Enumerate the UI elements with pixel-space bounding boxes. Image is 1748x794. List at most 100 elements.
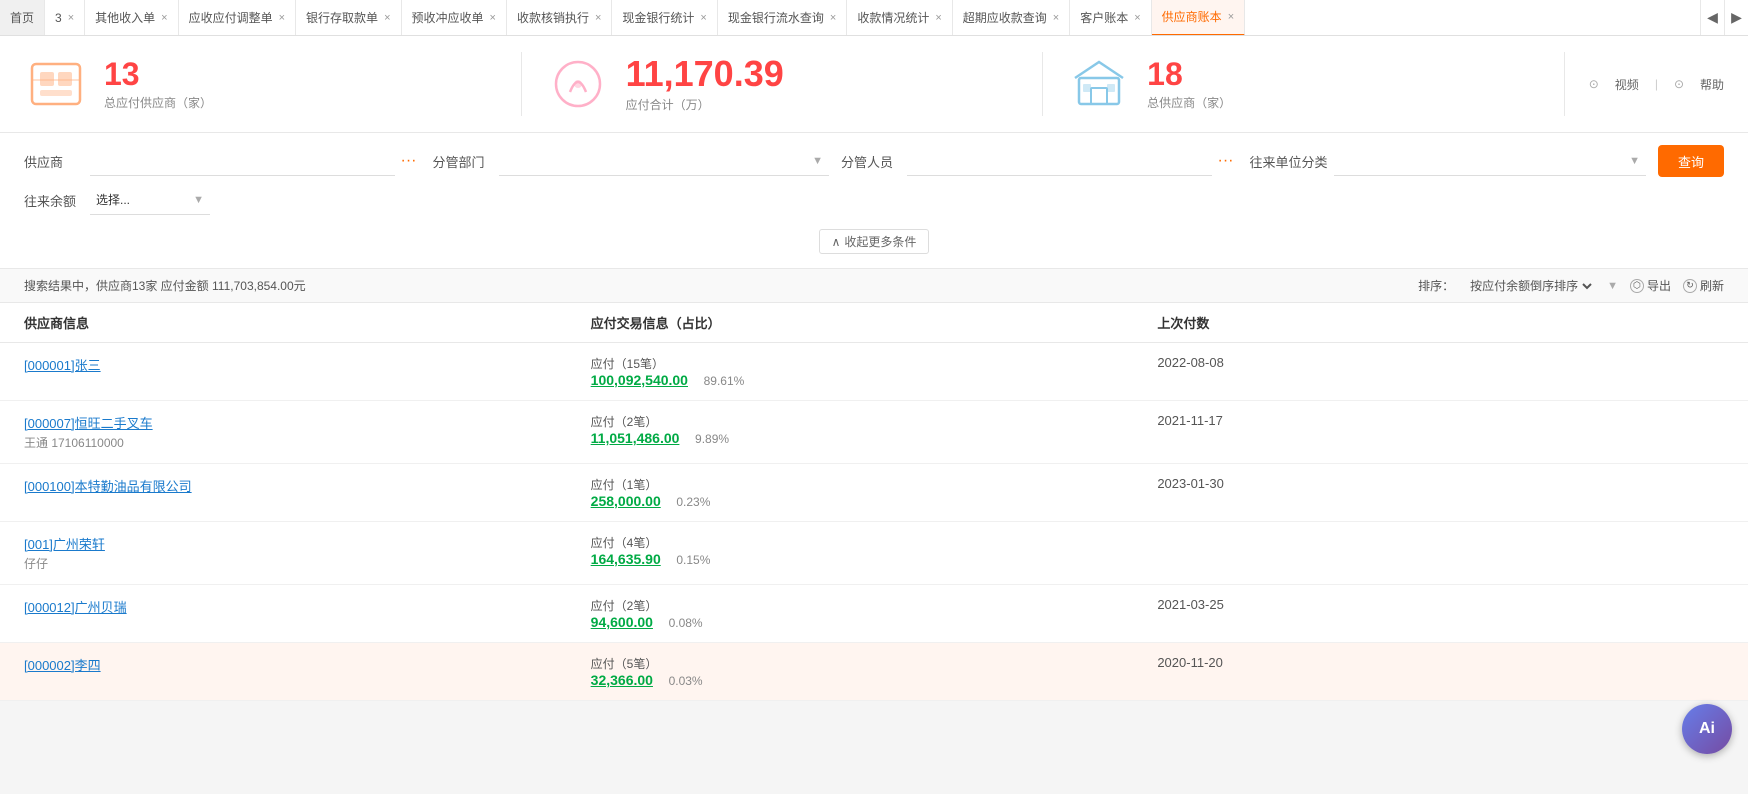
- cash-bank-stat-label: 现金银行统计: [622, 9, 694, 26]
- total-suppliers-number: 18: [1147, 58, 1231, 90]
- tx-label-5: 应付（2笔）: [591, 597, 1158, 614]
- circle-icon: ⊙: [1589, 77, 1599, 91]
- export-label: 导出: [1647, 277, 1671, 294]
- supplier-info-6: [000002]李四: [24, 655, 591, 674]
- tx-percent-3: 0.23%: [676, 495, 710, 509]
- table-row: [000012]广州贝瑞 应付（2笔） 94,600.00 0.08% 2021…: [0, 585, 1748, 643]
- person-dots-btn[interactable]: ···: [1218, 152, 1234, 170]
- nav-arrows: ◀ ▶: [1700, 0, 1748, 36]
- tx-amount-1[interactable]: 100,092,540.00: [591, 372, 688, 388]
- refresh-button[interactable]: ↻ 刷新: [1683, 277, 1724, 294]
- supplier-name-2[interactable]: [000007]恒旺二手叉车: [24, 416, 153, 431]
- ar-ap-adjust-close[interactable]: ×: [279, 12, 285, 24]
- total-ap-suppliers-label: 总应付供应商（家）: [104, 94, 212, 111]
- ai-assistant-button[interactable]: Ai: [1682, 704, 1732, 754]
- filter-dept: 分管部门 ▼: [433, 146, 830, 176]
- overdue-ar-close[interactable]: ×: [1053, 12, 1059, 24]
- tab3-close[interactable]: ×: [68, 12, 74, 24]
- receipt-verify-close[interactable]: ×: [595, 12, 601, 24]
- total-suppliers-label: 总供应商（家）: [1147, 94, 1231, 111]
- balance-select[interactable]: 选择...: [90, 185, 210, 215]
- filter-supplier: 供应商 ···: [24, 146, 421, 176]
- tx-amount-5[interactable]: 94,600.00: [591, 614, 653, 630]
- nav-tab-bank-deposit[interactable]: 银行存取款单 ×: [296, 0, 401, 36]
- result-info: 搜索结果中，供应商13家 应付金额 111,703,854.00元: [24, 277, 306, 294]
- divider: |: [1655, 77, 1658, 91]
- result-bar: 搜索结果中，供应商13家 应付金额 111,703,854.00元 排序： 按应…: [0, 269, 1748, 303]
- nav-tab-customer-ledger[interactable]: 客户账本 ×: [1070, 0, 1151, 36]
- nav-tab-3[interactable]: 3 ×: [45, 0, 85, 36]
- query-button[interactable]: 查询: [1658, 145, 1724, 177]
- summary-card3-text: 18 总供应商（家）: [1147, 58, 1231, 111]
- ap-total-number: 11,170.39: [626, 56, 784, 92]
- summary-card1-text: 13 总应付供应商（家）: [104, 58, 212, 111]
- nav-right-arrow[interactable]: ▶: [1724, 0, 1748, 36]
- nav-tab-ar-ap-adjust[interactable]: 应收应付调整单 ×: [179, 0, 296, 36]
- table-row: [000100]本特勤油品有限公司 应付（1笔） 258,000.00 0.23…: [0, 464, 1748, 522]
- supplier-ledger-close[interactable]: ×: [1228, 11, 1234, 23]
- supplier-info-3: [000100]本特勤油品有限公司: [24, 476, 591, 495]
- nav-tab-other-income[interactable]: 其他收入单 ×: [85, 0, 178, 36]
- category-select-wrapper: ▼: [1334, 146, 1646, 176]
- nav-tab-home[interactable]: 首页: [0, 0, 45, 36]
- customer-ledger-close[interactable]: ×: [1134, 12, 1140, 24]
- supplier-info-4: [001]广州荣轩 仔仔: [24, 534, 591, 572]
- cash-bank-stat-close[interactable]: ×: [700, 12, 706, 24]
- result-actions: 排序： 按应付余额倒序排序 ▼ ⬡ 导出 ↻ 刷新: [1418, 277, 1724, 294]
- sort-select[interactable]: 按应付余额倒序排序: [1466, 278, 1595, 294]
- prepay-ar-label: 预收冲应收单: [412, 9, 484, 26]
- supplier-name-1[interactable]: [000001]张三: [24, 358, 101, 373]
- category-select[interactable]: [1334, 146, 1646, 176]
- bank-deposit-close[interactable]: ×: [384, 12, 390, 24]
- tx-percent-5: 0.08%: [669, 616, 703, 630]
- tx-amount-4[interactable]: 164,635.90: [591, 551, 661, 567]
- filter-person: 分管人员 ···: [841, 146, 1238, 176]
- supplier-input[interactable]: [90, 146, 395, 176]
- top-navigation: 首页 3 × 其他收入单 × 应收应付调整单 × 银行存取款单 × 预收冲应收单…: [0, 0, 1748, 36]
- other-income-label: 其他收入单: [95, 9, 155, 26]
- summary-card-suppliers: 13 总应付供应商（家）: [24, 52, 522, 116]
- nav-tab-overdue-ar[interactable]: 超期应收款查询 ×: [953, 0, 1070, 36]
- filter-row-2: 往来余额 选择... ▼: [24, 185, 1724, 215]
- cash-bank-flow-label: 现金银行流水查询: [728, 9, 824, 26]
- tx-amount-3[interactable]: 258,000.00: [591, 493, 661, 509]
- summary-bar: 13 总应付供应商（家） 11,170.39 应付合计（万）: [0, 36, 1748, 133]
- summary-card2-text: 11,170.39 应付合计（万）: [626, 56, 784, 113]
- tx-amount-2[interactable]: 11,051,486.00: [591, 430, 680, 446]
- store-icon: [1067, 52, 1131, 116]
- filter-balance: 往来余额 选择... ▼: [24, 185, 210, 215]
- person-input[interactable]: [907, 146, 1212, 176]
- supplier-name-6[interactable]: [000002]李四: [24, 658, 101, 673]
- cash-bank-flow-close[interactable]: ×: [830, 12, 836, 24]
- customer-ledger-label: 客户账本: [1080, 9, 1128, 26]
- tx-amount-6[interactable]: 32,366.00: [591, 672, 653, 688]
- collapse-button[interactable]: ∧ 收起更多条件: [819, 229, 930, 254]
- category-filter-label: 往来单位分类: [1250, 152, 1328, 171]
- supplier-dots-btn[interactable]: ···: [401, 152, 417, 170]
- supplier-info-1: [000001]张三: [24, 355, 591, 374]
- home-tab-label: 首页: [10, 9, 34, 26]
- dept-select[interactable]: [499, 146, 830, 176]
- tx-percent-4: 0.15%: [676, 553, 710, 567]
- nav-tab-prepay-ar[interactable]: 预收冲应收单 ×: [402, 0, 507, 36]
- tx-info-2: 应付（2笔） 11,051,486.00 9.89%: [591, 413, 1158, 446]
- video-link[interactable]: 视频: [1615, 76, 1639, 93]
- nav-tab-receipt-stat[interactable]: 收款情况统计 ×: [847, 0, 952, 36]
- nav-tab-supplier-ledger[interactable]: 供应商账本 ×: [1152, 0, 1245, 36]
- other-income-close[interactable]: ×: [161, 12, 167, 24]
- balance-select-wrapper: 选择... ▼: [90, 185, 210, 215]
- tx-label-3: 应付（1笔）: [591, 476, 1158, 493]
- receipt-stat-close[interactable]: ×: [935, 12, 941, 24]
- nav-tab-receipt-verify[interactable]: 收款核销执行 ×: [507, 0, 612, 36]
- supplier-name-3[interactable]: [000100]本特勤油品有限公司: [24, 479, 192, 494]
- nav-tab-cash-bank-stat[interactable]: 现金银行统计 ×: [612, 0, 717, 36]
- prepay-ar-close[interactable]: ×: [490, 12, 496, 24]
- tx-label-2: 应付（2笔）: [591, 413, 1158, 430]
- supplier-name-4[interactable]: [001]广州荣轩: [24, 537, 105, 552]
- supplier-info-2: [000007]恒旺二手叉车 王通 17106110000: [24, 413, 591, 451]
- nav-tab-cash-bank-flow[interactable]: 现金银行流水查询 ×: [718, 0, 847, 36]
- nav-left-arrow[interactable]: ◀: [1700, 0, 1724, 36]
- export-button[interactable]: ⬡ 导出: [1630, 277, 1671, 294]
- help-link[interactable]: 帮助: [1700, 76, 1724, 93]
- supplier-name-5[interactable]: [000012]广州贝瑞: [24, 600, 127, 615]
